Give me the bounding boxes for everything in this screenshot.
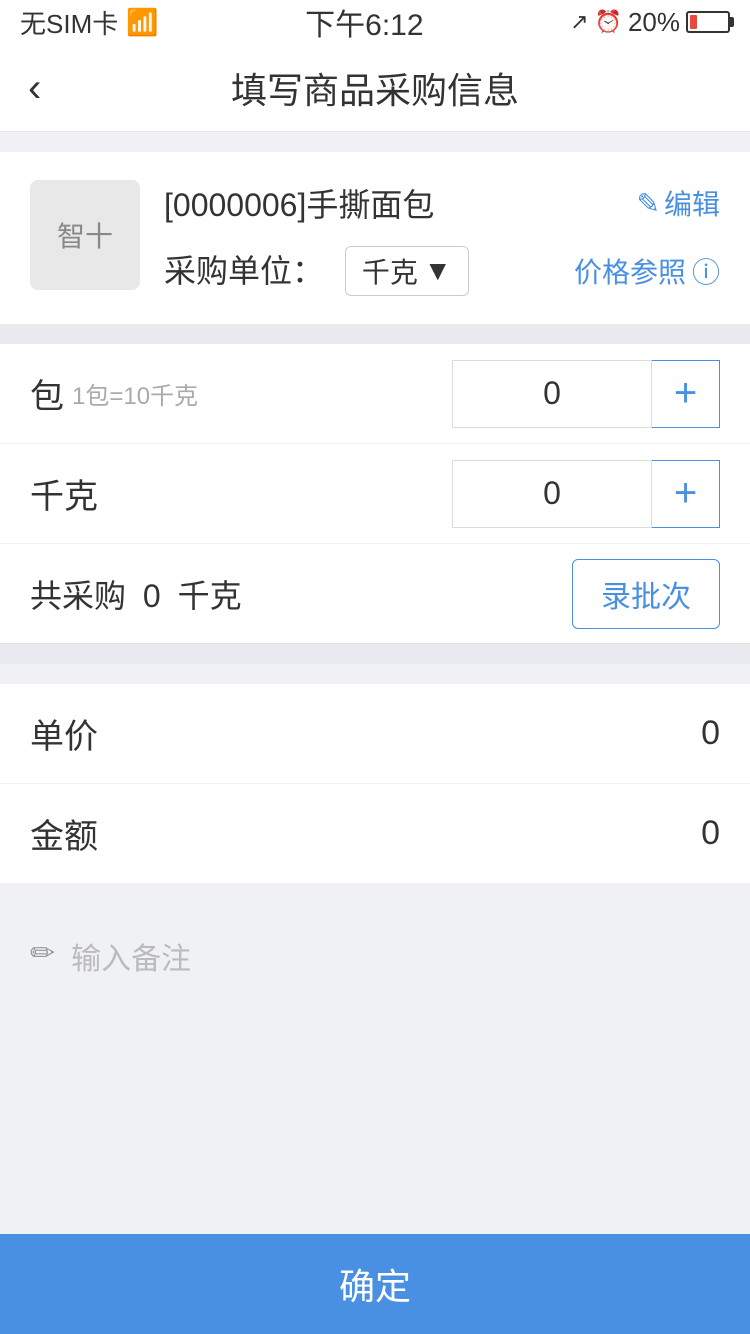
amount-value: 0 [701,814,720,853]
bag-controls: + [452,360,720,428]
product-name-row: [0000006]手撕面包 ✎ 编辑 [164,180,720,226]
status-right: ↗ ⏰ 20% [570,7,730,38]
confirm-button[interactable]: 确定 [339,1258,411,1310]
edit-label: 编辑 [664,183,720,223]
kg-input-row: 千克 + [0,444,750,544]
kg-plus-button[interactable]: + [652,460,720,528]
product-title: 手撕面包 [306,187,434,223]
unit-select[interactable]: 千克 ▼ [345,246,469,296]
kg-input[interactable] [452,460,652,528]
unit-price-label: 单价 [30,709,98,758]
record-batch-button[interactable]: 录批次 [572,559,720,629]
product-code: [0000006] [164,187,306,223]
status-bar: 无SIM卡 📶 下午6:12 ↗ ⏰ 20% [0,0,750,44]
product-unit-row: 采购单位： 千克 ▼ 价格参照 ⓘ [164,246,720,296]
wifi-icon: 📶 [126,7,158,38]
product-thumbnail: 智十 [30,180,140,290]
pencil-icon: ✏ [30,936,55,971]
summary-row: 共采购 0 千克 录批次 [0,544,750,644]
battery-label: 20% [628,7,680,38]
battery-icon [686,11,730,33]
price-ref-label: 价格参照 [574,251,686,291]
confirm-bar[interactable]: 确定 [0,1234,750,1334]
product-info: [0000006]手撕面包 ✎ 编辑 采购单位： 千克 ▼ 价格参照 ⓘ [164,180,720,296]
divider-1 [0,324,750,344]
edit-button[interactable]: ✎ 编辑 [637,183,720,223]
time-label: 下午6:12 [305,0,423,44]
bag-input-row: 包 1包=10千克 + [0,344,750,444]
unit-price-row: 单价 0 [0,684,750,784]
location-icon: ↗ [570,9,588,35]
input-section: 包 1包=10千克 + 千克 + [0,344,750,544]
price-section: 单价 0 金额 0 [0,684,750,884]
bag-plus-button[interactable]: + [652,360,720,428]
dropdown-icon: ▼ [424,255,452,287]
alarm-icon: ⏰ [595,9,622,35]
kg-controls: + [452,460,720,528]
summary-prefix: 共采购 [30,578,126,614]
bag-sublabel: 1包=10千克 [72,376,198,411]
unit-value: 千克 [362,251,418,291]
unit-area: 采购单位： 千克 ▼ [164,246,469,296]
kg-label: 千克 [30,469,98,518]
amount-row: 金额 0 [0,784,750,884]
price-ref-button[interactable]: 价格参照 ⓘ [574,251,720,291]
edit-icon: ✎ [637,187,660,220]
amount-label: 金额 [30,809,98,858]
bag-input[interactable] [452,360,652,428]
remark-placeholder: 输入备注 [71,934,191,978]
summary-unit: 千克 [178,578,242,614]
product-card: 智十 [0000006]手撕面包 ✎ 编辑 采购单位： 千克 ▼ 价格参照 ⓘ [0,152,750,324]
summary-value: 0 [143,578,161,614]
status-left: 无SIM卡 📶 [20,4,159,41]
unit-label: 采购单位： [164,253,324,289]
product-name: [0000006]手撕面包 [164,180,434,226]
divider-2 [0,644,750,664]
remark-section[interactable]: ✏ 输入备注 [0,904,750,1104]
summary-text: 共采购 0 千克 [30,571,242,617]
page-title: 填写商品采购信息 [231,62,519,114]
unit-price-value: 0 [701,714,720,753]
battery-fill [690,15,697,29]
help-icon: ⓘ [692,251,720,291]
carrier-label: 无SIM卡 [20,4,118,41]
thumbnail-text: 智十 [57,215,113,255]
nav-bar: ‹ 填写商品采购信息 [0,44,750,132]
back-button[interactable]: ‹ [28,68,41,108]
bag-label: 包 [30,369,64,418]
